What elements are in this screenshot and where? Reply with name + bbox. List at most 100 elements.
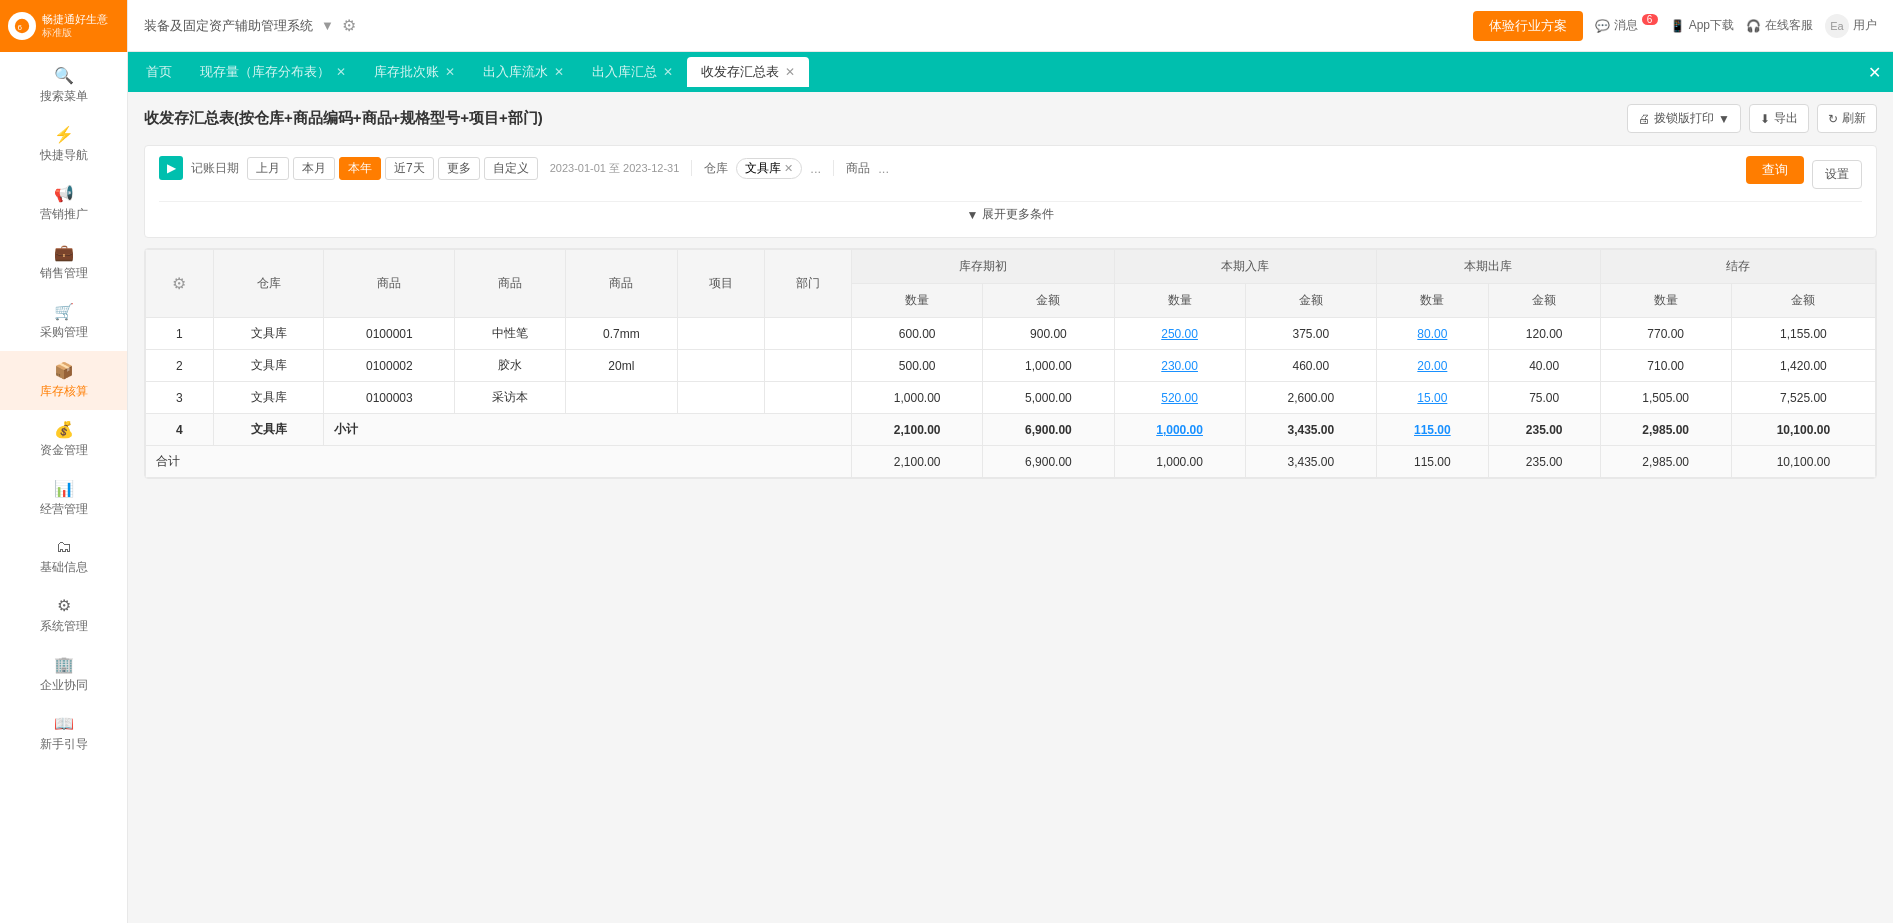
main-area: 装备及固定资产辅助管理系统 ▼ ⚙ 体验行业方案 💬 消息 6 📱 App下载 … — [128, 0, 1893, 923]
sidebar-logo: 6 畅捷通好生意 标准版 — [0, 0, 127, 52]
tab-home[interactable]: 首页 — [132, 57, 186, 87]
tab-inout-summary[interactable]: 出入库汇总 ✕ — [578, 57, 687, 87]
app-download-label: App下载 — [1689, 17, 1734, 34]
btn-7days[interactable]: 近7天 — [385, 157, 434, 180]
print-icon: 🖨 — [1638, 112, 1650, 126]
tab-receive-summary-close[interactable]: ✕ — [785, 66, 795, 78]
goods-more[interactable]: ... — [878, 161, 889, 176]
logo-text: 畅捷通好生意 — [42, 12, 108, 26]
table-row: 1 文具库 0100001 中性笔 0.7mm 600.00 900.00 25… — [146, 318, 1876, 350]
user-avatar[interactable]: Ea 用户 — [1825, 14, 1877, 38]
print-btn[interactable]: 🖨 拨锁版打印 ▼ — [1627, 104, 1741, 133]
export-btn[interactable]: ⬇ 导出 — [1749, 104, 1809, 133]
sidebar-item-quick[interactable]: ⚡ 快捷导航 — [0, 115, 127, 174]
online-service-btn[interactable]: 🎧 在线客服 — [1746, 17, 1813, 34]
btn-last-month[interactable]: 上月 — [247, 157, 289, 180]
cell-open-amt: 5,000.00 — [983, 382, 1114, 414]
btn-current-year[interactable]: 本年 — [339, 157, 381, 180]
sidebar-item-finance[interactable]: 💰 资金管理 — [0, 410, 127, 469]
username: 用户 — [1853, 17, 1877, 34]
app-title-area: 装备及固定资产辅助管理系统 ▼ ⚙ — [144, 16, 1461, 35]
cell-name: 采访本 — [455, 382, 565, 414]
sidebar-label-newbie: 新手引导 — [40, 736, 88, 753]
warehouse-more[interactable]: ... — [810, 161, 821, 176]
th-out-amt: 金额 — [1488, 284, 1600, 318]
th-project: 项目 — [677, 250, 764, 318]
marketing-icon: 📢 — [54, 184, 74, 203]
tab-inout-flow[interactable]: 出入库流水 ✕ — [469, 57, 578, 87]
tab-stock-dist-close[interactable]: ✕ — [336, 66, 346, 78]
sidebar-item-business[interactable]: 📊 经营管理 — [0, 469, 127, 528]
experience-btn[interactable]: 体验行业方案 — [1473, 11, 1583, 41]
cell-out-qty[interactable]: 15.00 — [1376, 382, 1488, 414]
cell-code: 0100001 — [324, 318, 455, 350]
subtotal-out-qty[interactable]: 115.00 — [1376, 414, 1488, 446]
data-table: ⚙ 仓库 商品 商品 商品 项目 部门 库存期初 本期入库 本期出库 结存 数量 — [145, 249, 1876, 478]
filter-divider2 — [833, 160, 834, 176]
cell-out-qty[interactable]: 80.00 — [1376, 318, 1488, 350]
th-group-balance: 结存 — [1600, 250, 1875, 284]
sidebar-item-sales[interactable]: 💼 销售管理 — [0, 233, 127, 292]
cell-in-qty[interactable]: 230.00 — [1114, 350, 1245, 382]
title-dropdown-icon[interactable]: ▼ — [321, 18, 334, 33]
cell-index: 2 — [146, 350, 214, 382]
query-btn[interactable]: 查询 — [1746, 156, 1804, 184]
th-in-amt: 金额 — [1245, 284, 1376, 318]
app-title-text: 装备及固定资产辅助管理系统 — [144, 17, 313, 35]
cell-warehouse: 文具库 — [213, 350, 323, 382]
cell-bal-amt: 1,420.00 — [1731, 350, 1875, 382]
warehouse-tag-close[interactable]: ✕ — [784, 162, 793, 175]
sidebar-item-marketing[interactable]: 📢 营销推广 — [0, 174, 127, 233]
filter-expand-btn[interactable]: ▼ 展开更多条件 — [159, 201, 1862, 227]
sidebar-item-enterprise[interactable]: 🏢 企业协同 — [0, 645, 127, 704]
footer-in-qty: 1,000.00 — [1114, 446, 1245, 478]
tab-inout-flow-close[interactable]: ✕ — [554, 66, 564, 78]
cell-out-amt: 120.00 — [1488, 318, 1600, 350]
export-icon: ⬇ — [1760, 112, 1770, 126]
th-settings[interactable]: ⚙ — [146, 250, 214, 318]
sidebar-item-purchase[interactable]: 🛒 采购管理 — [0, 292, 127, 351]
cell-out-qty[interactable]: 20.00 — [1376, 350, 1488, 382]
cell-in-qty[interactable]: 250.00 — [1114, 318, 1245, 350]
tabs-close-all[interactable]: ✕ — [1860, 59, 1889, 86]
finance-icon: 💰 — [54, 420, 74, 439]
filter-collapse-btn[interactable]: ▶ — [159, 156, 183, 180]
sidebar-item-inventory[interactable]: 📦 库存核算 — [0, 351, 127, 410]
sidebar: 6 畅捷通好生意 标准版 🔍 搜索菜单 ⚡ 快捷导航 📢 营销推广 💼 销售管理… — [0, 0, 128, 923]
th-group-in: 本期入库 — [1114, 250, 1376, 284]
subtotal-in-qty[interactable]: 1,000.00 — [1114, 414, 1245, 446]
cell-open-qty: 1,000.00 — [852, 382, 983, 414]
notification-btn[interactable]: 💬 消息 6 — [1595, 17, 1658, 34]
table-settings-icon[interactable]: ⚙ — [172, 275, 186, 292]
filter-right-actions: 查询 设置 — [1746, 156, 1862, 189]
th-in-qty: 数量 — [1114, 284, 1245, 318]
sidebar-label-inventory: 库存核算 — [40, 383, 88, 400]
th-group-opening: 库存期初 — [852, 250, 1114, 284]
avatar: Ea — [1825, 14, 1849, 38]
sidebar-item-search[interactable]: 🔍 搜索菜单 — [0, 56, 127, 115]
tab-batch[interactable]: 库存批次账 ✕ — [360, 57, 469, 87]
refresh-btn[interactable]: ↻ 刷新 — [1817, 104, 1877, 133]
btn-custom[interactable]: 自定义 — [484, 157, 538, 180]
btn-current-month[interactable]: 本月 — [293, 157, 335, 180]
subtotal-open-amt: 6,900.00 — [983, 414, 1114, 446]
sidebar-item-system[interactable]: ⚙ 系统管理 — [0, 586, 127, 645]
tab-receive-summary[interactable]: 收发存汇总表 ✕ — [687, 57, 809, 87]
cell-dept — [764, 350, 851, 382]
cell-spec: 20ml — [565, 350, 677, 382]
app-download-btn[interactable]: 📱 App下载 — [1670, 17, 1734, 34]
tab-stock-dist-label: 现存量（库存分布表） — [200, 63, 330, 81]
sidebar-item-base[interactable]: 🗂 基础信息 — [0, 528, 127, 586]
date-label: 记账日期 — [191, 160, 239, 177]
tab-batch-close[interactable]: ✕ — [445, 66, 455, 78]
cell-project — [677, 318, 764, 350]
sidebar-item-newbie[interactable]: 📖 新手引导 — [0, 704, 127, 763]
content-area: 收发存汇总表(按仓库+商品编码+商品+规格型号+项目+部门) 🖨 拨锁版打印 ▼… — [128, 92, 1893, 923]
btn-more[interactable]: 更多 — [438, 157, 480, 180]
tab-stock-dist[interactable]: 现存量（库存分布表） ✕ — [186, 57, 360, 87]
settings-icon[interactable]: ⚙ — [342, 16, 356, 35]
settings-btn[interactable]: 设置 — [1812, 160, 1862, 189]
cell-in-qty[interactable]: 520.00 — [1114, 382, 1245, 414]
cell-spec: 0.7mm — [565, 318, 677, 350]
tab-inout-summary-close[interactable]: ✕ — [663, 66, 673, 78]
